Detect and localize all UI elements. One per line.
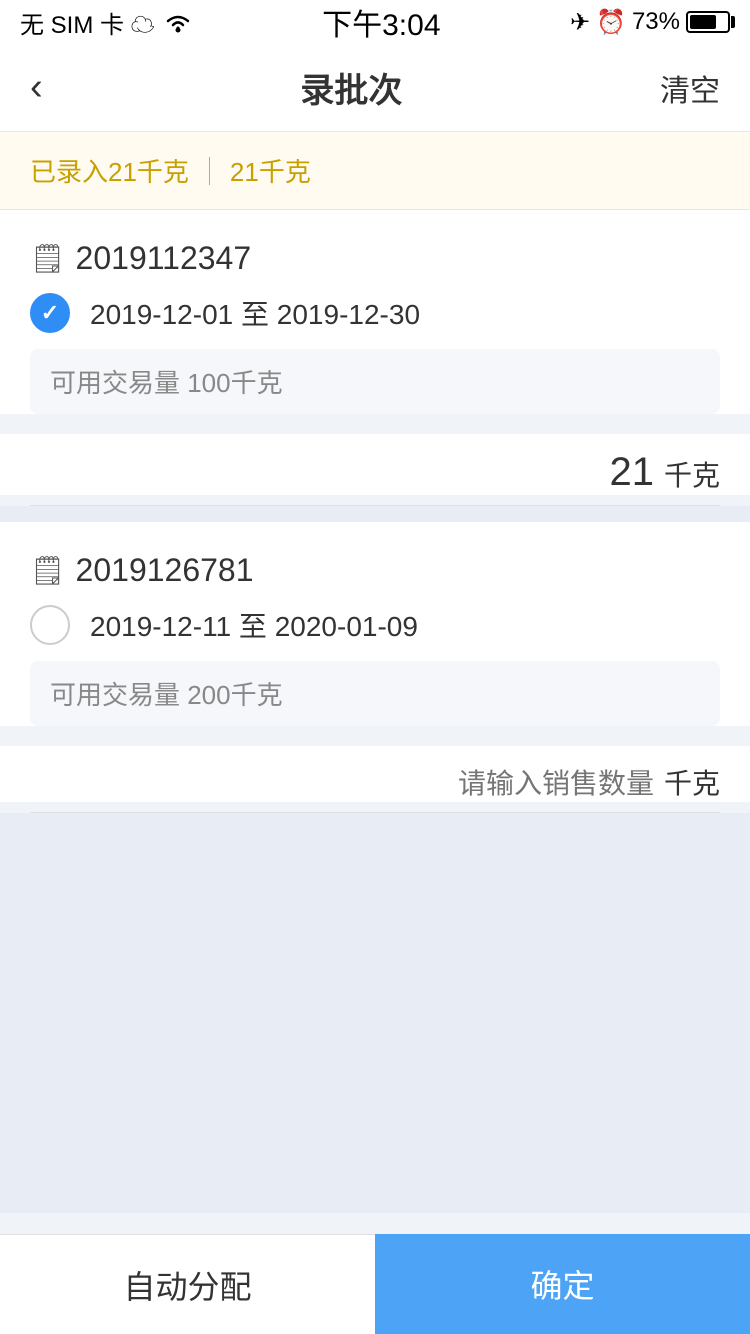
batch-id-1: 2019112347: [76, 240, 252, 277]
date-range-1: 2019-12-01 至 2019-12-30: [90, 293, 420, 333]
alarm-icon: ⏰: [596, 8, 626, 37]
batch-card-2: 🗒 2019126781 2019-12-11 至 2020-01-09 可用交…: [0, 522, 750, 726]
battery-icon: [686, 11, 730, 33]
info-bar: 已录入21千克 21千克: [0, 132, 750, 210]
batch-header-2: 🗒 2019126781: [30, 552, 720, 589]
avail-row-1: 可用交易量 100千克: [30, 349, 720, 414]
amount-value-1: 21: [609, 450, 654, 495]
sales-quantity-input[interactable]: [293, 768, 654, 800]
avail-text-1: 可用交易量 100千克: [50, 368, 283, 398]
auto-distribute-button[interactable]: 自动分配: [0, 1234, 375, 1334]
confirm-button[interactable]: 确定: [375, 1234, 750, 1334]
status-bar: 无 SIM 卡 ☁ 下午3:04 ✈ ⏰ 73%: [0, 0, 750, 44]
info-divider: [209, 157, 210, 185]
input-row-2: 千克: [0, 746, 750, 802]
location-icon: ✈: [570, 8, 590, 37]
nav-bar: ‹ 录批次 清空: [0, 44, 750, 132]
clear-button[interactable]: 清空: [660, 66, 720, 110]
batch-card-1: 🗒 2019112347 ✓ 2019-12-01 至 2019-12-30 可…: [0, 210, 750, 414]
empty-area: [0, 813, 750, 1213]
radio-2[interactable]: [30, 605, 70, 645]
radio-1[interactable]: ✓: [30, 293, 70, 333]
section-break: [0, 506, 750, 522]
batch-header-1: 🗒 2019112347: [30, 240, 720, 277]
input-unit-2: 千克: [664, 762, 720, 802]
batch-date-row-2: 2019-12-11 至 2020-01-09: [30, 605, 720, 645]
sim-label: 无 SIM 卡 ☁: [20, 5, 155, 40]
back-button[interactable]: ‹: [30, 66, 43, 109]
batch-icon-2: 🗒: [30, 554, 66, 587]
amount-unit-1: 千克: [664, 454, 720, 494]
batch-icon-1: 🗒: [30, 242, 66, 275]
bottom-bar: 自动分配 确定: [0, 1234, 750, 1334]
avail-text-2: 可用交易量 200千克: [50, 680, 283, 710]
batch-id-2: 2019126781: [76, 552, 254, 589]
status-time: 下午3:04: [322, 0, 440, 44]
total-label: 21千克: [230, 152, 311, 189]
batch-date-row-1: ✓ 2019-12-01 至 2019-12-30: [30, 293, 720, 333]
avail-row-2: 可用交易量 200千克: [30, 661, 720, 726]
entered-label: 已录入21千克: [30, 152, 189, 189]
status-left: 无 SIM 卡 ☁: [20, 5, 193, 40]
wifi-icon: [163, 11, 193, 33]
date-range-2: 2019-12-11 至 2020-01-09: [90, 605, 418, 645]
amount-row-1: 21 千克: [0, 434, 750, 495]
status-right: ✈ ⏰ 73%: [570, 8, 730, 37]
battery-percent: 73%: [632, 8, 680, 36]
checkmark-1: ✓: [41, 300, 59, 326]
page-title: 录批次: [300, 63, 402, 112]
